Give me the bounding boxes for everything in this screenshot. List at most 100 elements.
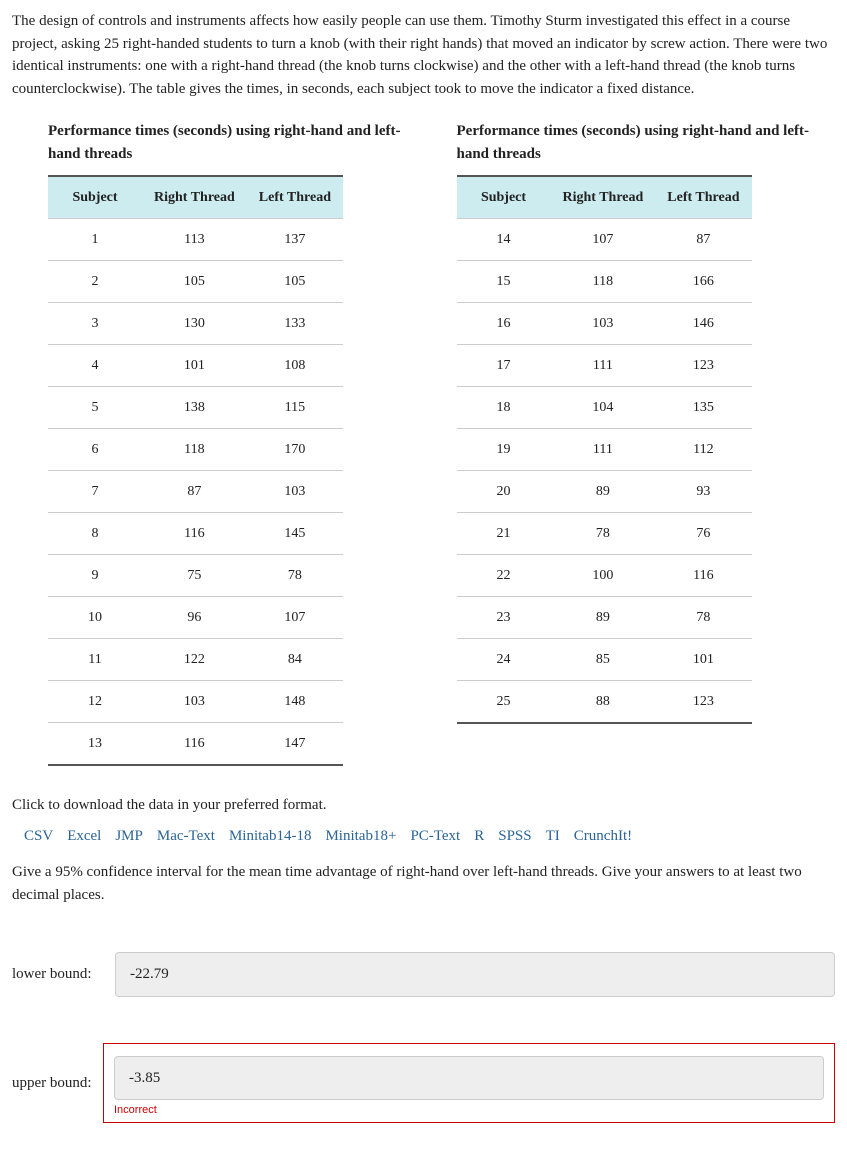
table-cell: 116 (655, 555, 751, 597)
col-right: Right Thread (142, 176, 247, 219)
problem-intro: The design of controls and instruments a… (12, 10, 835, 100)
download-link-mac-text[interactable]: Mac-Text (157, 828, 215, 844)
table-cell: 116 (142, 513, 247, 555)
download-link-csv[interactable]: CSV (24, 828, 53, 844)
table-cell: 115 (247, 387, 343, 429)
table-cell: 147 (247, 723, 343, 766)
download-link-jmp[interactable]: JMP (115, 828, 143, 844)
table-cell: 85 (551, 639, 656, 681)
data-table-1: Subject Right Thread Left Thread 1113137… (48, 175, 343, 766)
table-cell: 116 (142, 723, 247, 766)
table-cell: 107 (551, 219, 656, 261)
table-cell: 100 (551, 555, 656, 597)
table-cell: 78 (551, 513, 656, 555)
table-cell: 16 (457, 303, 551, 345)
table-cell: 19 (457, 429, 551, 471)
table-cell: 118 (142, 429, 247, 471)
table-2-wrap: Performance times (seconds) using right-… (457, 120, 836, 766)
table-row: 22100116 (457, 555, 752, 597)
download-link-ti[interactable]: TI (546, 828, 560, 844)
table-cell: 88 (551, 681, 656, 724)
table-cell: 105 (247, 261, 343, 303)
table-row: 97578 (48, 555, 343, 597)
table-row: 208993 (457, 471, 752, 513)
table-cell: 166 (655, 261, 751, 303)
table-row: 2485101 (457, 639, 752, 681)
table-cell: 123 (655, 345, 751, 387)
download-link-crunchit-[interactable]: CrunchIt! (574, 828, 632, 844)
incorrect-feedback-box: -3.85 Incorrect (103, 1043, 835, 1124)
table-cell: 87 (142, 471, 247, 513)
table-cell: 3 (48, 303, 142, 345)
table-cell: 111 (551, 345, 656, 387)
table-row: 238978 (457, 597, 752, 639)
download-link-minitab14-18[interactable]: Minitab14-18 (229, 828, 312, 844)
table-cell: 123 (655, 681, 751, 724)
table-cell: 75 (142, 555, 247, 597)
table-cell: 5 (48, 387, 142, 429)
table-cell: 103 (142, 681, 247, 723)
table-row: 2588123 (457, 681, 752, 724)
table-cell: 103 (551, 303, 656, 345)
table-cell: 76 (655, 513, 751, 555)
table-cell: 8 (48, 513, 142, 555)
table-row: 1113137 (48, 219, 343, 261)
table-cell: 145 (247, 513, 343, 555)
table-cell: 103 (247, 471, 343, 513)
download-link-minitab18-[interactable]: Minitab18+ (325, 828, 396, 844)
table-cell: 87 (655, 219, 751, 261)
download-link-excel[interactable]: Excel (67, 828, 101, 844)
table-cell: 13 (48, 723, 142, 766)
table-row: 1112284 (48, 639, 343, 681)
table-cell: 137 (247, 219, 343, 261)
table-cell: 112 (655, 429, 751, 471)
col-subject: Subject (457, 176, 551, 219)
table-row: 6118170 (48, 429, 343, 471)
table-row: 16103146 (457, 303, 752, 345)
lower-bound-row: lower bound: -22.79 (12, 952, 835, 997)
table-cell: 78 (247, 555, 343, 597)
download-text: Click to download the data in your prefe… (12, 794, 835, 817)
download-link-spss[interactable]: SPSS (498, 828, 531, 844)
table-cell: 1 (48, 219, 142, 261)
upper-bound-row: upper bound: -3.85 Incorrect (12, 1043, 835, 1124)
table-cell: 105 (142, 261, 247, 303)
table-cell: 11 (48, 639, 142, 681)
table-cell: 17 (457, 345, 551, 387)
lower-bound-label: lower bound: (12, 963, 115, 986)
table-cell: 15 (457, 261, 551, 303)
table-row: 12103148 (48, 681, 343, 723)
table-row: 1410787 (457, 219, 752, 261)
table-cell: 170 (247, 429, 343, 471)
table-cell: 10 (48, 597, 142, 639)
table-cell: 24 (457, 639, 551, 681)
table-cell: 2 (48, 261, 142, 303)
table-1-wrap: Performance times (seconds) using right-… (48, 120, 427, 766)
lower-bound-input[interactable]: -22.79 (115, 952, 835, 997)
col-left: Left Thread (655, 176, 751, 219)
upper-bound-input[interactable]: -3.85 (114, 1056, 824, 1101)
table-cell: 22 (457, 555, 551, 597)
table-cell: 89 (551, 597, 656, 639)
download-link-pc-text[interactable]: PC-Text (410, 828, 460, 844)
download-links: CSV Excel JMP Mac-Text Minitab14-18 Minitab18… (24, 825, 835, 848)
table-row: 17111123 (457, 345, 752, 387)
table-cell: 25 (457, 681, 551, 724)
table-row: 3130133 (48, 303, 343, 345)
col-left: Left Thread (247, 176, 343, 219)
table-cell: 108 (247, 345, 343, 387)
table-cell: 113 (142, 219, 247, 261)
table-cell: 12 (48, 681, 142, 723)
table-cell: 14 (457, 219, 551, 261)
incorrect-label: Incorrect (114, 1102, 157, 1119)
table-row: 8116145 (48, 513, 343, 555)
download-link-r[interactable]: R (474, 828, 484, 844)
col-subject: Subject (48, 176, 142, 219)
table-cell: 111 (551, 429, 656, 471)
table-row: 13116147 (48, 723, 343, 766)
table-row: 15118166 (457, 261, 752, 303)
upper-bound-label: upper bound: (12, 1072, 103, 1095)
table-cell: 148 (247, 681, 343, 723)
table-cell: 104 (551, 387, 656, 429)
table-cell: 18 (457, 387, 551, 429)
